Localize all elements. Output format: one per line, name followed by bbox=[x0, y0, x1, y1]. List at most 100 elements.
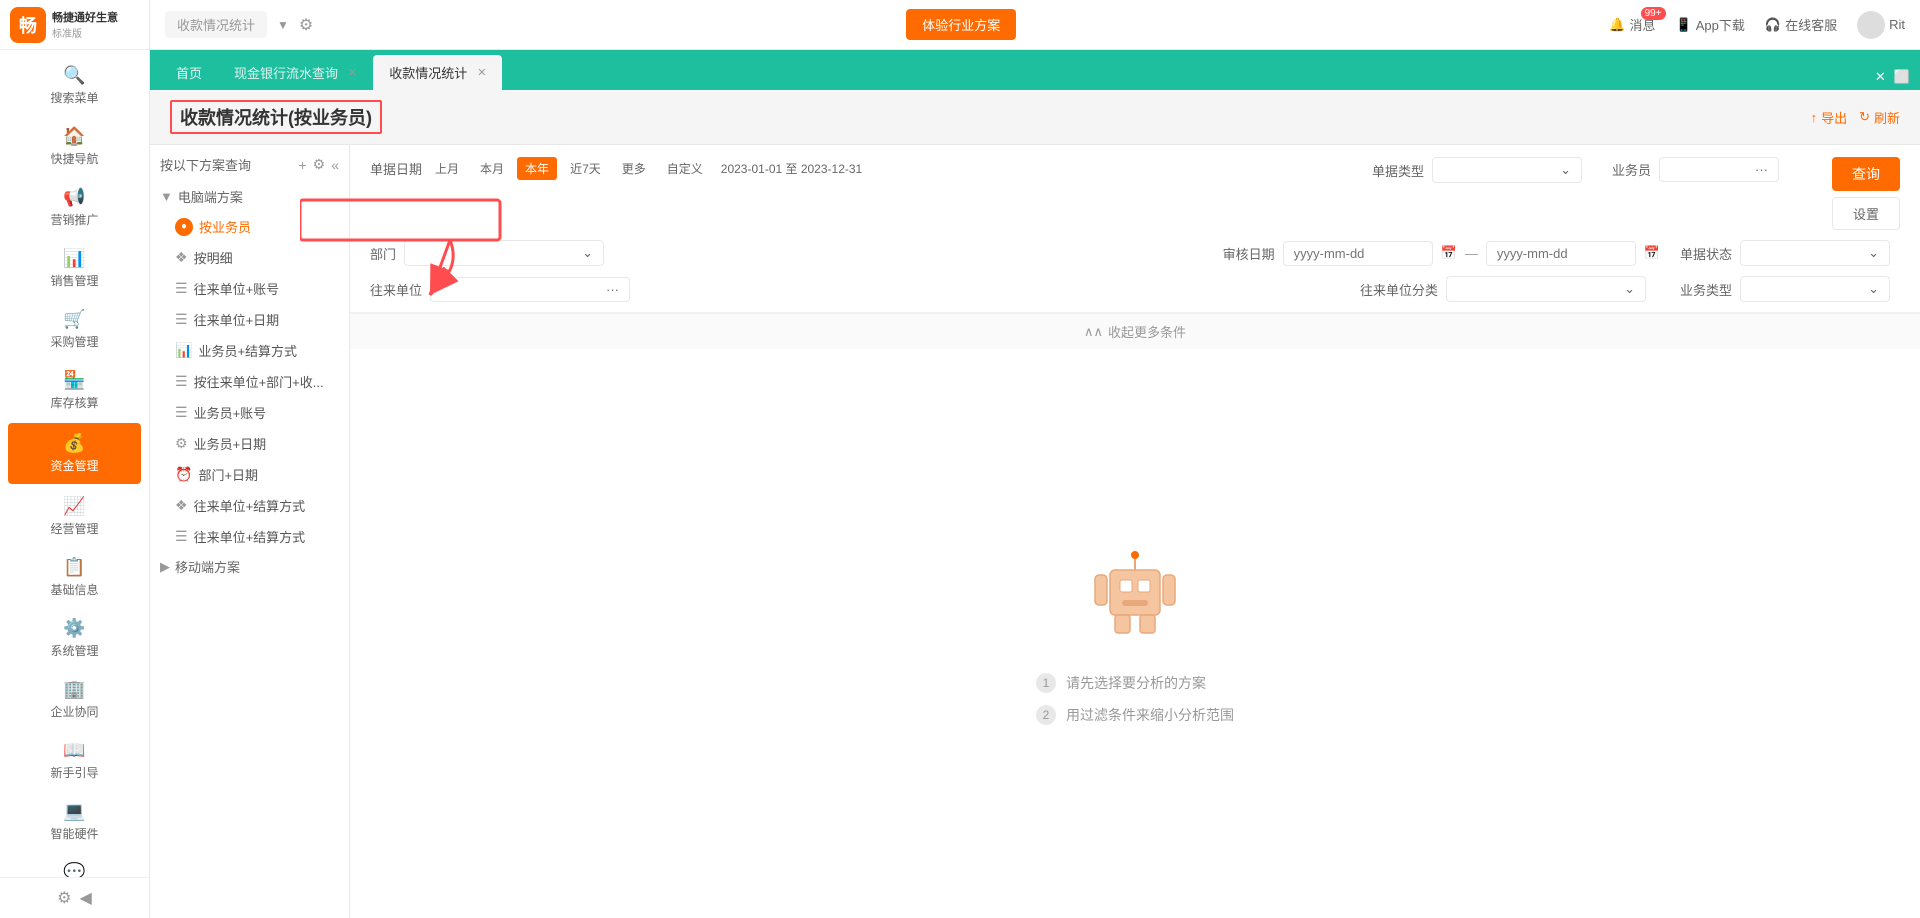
date-label: 单据日期 bbox=[370, 159, 422, 178]
scheme-item-partner-settle1[interactable]: ❖ 往来单位+结算方式 bbox=[150, 490, 349, 521]
window-maximize-btn[interactable]: ⬜ bbox=[1894, 69, 1910, 85]
doc-status-select[interactable]: ⌄ bbox=[1740, 240, 1890, 266]
page-title: 收款情况统计(按业务员) bbox=[170, 100, 382, 134]
scheme-collapse-btn[interactable]: « bbox=[331, 156, 339, 173]
trial-button[interactable]: 体验行业方案 bbox=[906, 9, 1016, 40]
sidebar-label-search: 搜索菜单 bbox=[50, 89, 98, 106]
calendar-from-icon[interactable]: 📅 bbox=[1441, 245, 1457, 261]
system-icon: ⚙️ bbox=[63, 618, 85, 639]
notifications-btn[interactable]: 🔔 消息 99+ bbox=[1609, 15, 1655, 34]
scheme-item-sp-account[interactable]: ☰ 业务员+账号 bbox=[150, 397, 349, 428]
doc-type-select[interactable]: ⌄ bbox=[1432, 157, 1582, 183]
app-download-btn[interactable]: 📱 App下载 bbox=[1676, 15, 1745, 34]
biz-type-filter: 业务类型 ⌄ bbox=[1680, 276, 1900, 302]
online-service-btn[interactable]: 🎧 在线客服 bbox=[1765, 15, 1837, 34]
date-range-display: 2023-01-01 至 2023-12-31 bbox=[721, 160, 862, 177]
filter-settings-button[interactable]: 设置 bbox=[1832, 197, 1900, 230]
date-shortcut-custom[interactable]: 自定义 bbox=[659, 157, 711, 180]
scheme-item-partner-settle2[interactable]: ☰ 往来单位+结算方式 bbox=[150, 521, 349, 552]
review-date-filter: 审核日期 📅 — 📅 bbox=[1223, 241, 1660, 266]
query-button[interactable]: 查询 bbox=[1832, 157, 1900, 191]
scheme-panel: 按以下方案查询 + ⚙ « ▼ 电脑端方案 ● bbox=[150, 145, 350, 918]
refresh-button[interactable]: ↻ 刷新 bbox=[1859, 108, 1900, 127]
step-num-2: 2 bbox=[1036, 705, 1056, 725]
user-avatar bbox=[1857, 11, 1885, 39]
sidebar-collapse-btn[interactable]: ◀‌ bbox=[80, 888, 92, 908]
date-shortcut-7days[interactable]: 近7天 bbox=[562, 157, 609, 180]
dept-select[interactable]: ⌄ bbox=[404, 240, 604, 266]
partner-select[interactable]: ··· bbox=[430, 277, 630, 302]
home-icon: 🏠 bbox=[63, 126, 85, 147]
header-settings-btn[interactable]: ⚙ bbox=[299, 15, 313, 35]
sidebar-item-hardware[interactable]: 💻 智能硬件 bbox=[0, 791, 149, 852]
tab-home[interactable]: 首页 bbox=[160, 55, 218, 90]
collapse-bar[interactable]: ∧∧ 收起更多条件 bbox=[350, 313, 1920, 349]
partner-more-btn[interactable]: ··· bbox=[606, 282, 619, 297]
scheme-item-dept-date-label: 部门+日期 bbox=[198, 465, 258, 484]
window-close-btn[interactable]: ✕ bbox=[1875, 69, 1886, 85]
empty-step-2: 2 用过滤条件来缩小分析范围 bbox=[1036, 705, 1234, 725]
tab-bank[interactable]: 现金银行流水查询 ✕ bbox=[218, 55, 373, 90]
review-date-from[interactable] bbox=[1283, 241, 1433, 266]
biz-type-select[interactable]: ⌄ bbox=[1740, 276, 1890, 302]
scheme-item-by-detail[interactable]: ❖ 按明细 bbox=[150, 242, 349, 273]
calendar-to-icon[interactable]: 📅 bbox=[1644, 245, 1660, 261]
scheme-item-partner-dept[interactable]: ☰ 按往来单位+部门+收... bbox=[150, 366, 349, 397]
sidebar-item-base[interactable]: 📋 基础信息 bbox=[0, 547, 149, 608]
sidebar-item-guide[interactable]: 📖 新手引导 bbox=[0, 730, 149, 791]
step-num-1: 1 bbox=[1036, 673, 1056, 693]
action-buttons: 查询 设置 bbox=[1832, 157, 1900, 230]
date-shortcut-more[interactable]: 更多 bbox=[614, 157, 654, 180]
app-download-label: App下载 bbox=[1696, 15, 1745, 34]
export-button[interactable]: ↑ 导出 bbox=[1811, 108, 1848, 127]
sidebar-label-hardware: 智能硬件 bbox=[50, 825, 98, 842]
scheme-item-by-salesperson[interactable]: ● 按业务员 bbox=[150, 211, 349, 242]
scheme-item-dept-date[interactable]: ⏰ 部门+日期 bbox=[150, 459, 349, 490]
scheme-item-partner-date-label: 往来单位+日期 bbox=[194, 310, 280, 329]
export-icon: ↑ bbox=[1811, 110, 1818, 125]
sidebar-item-enterprise[interactable]: 🏢 企业协同 bbox=[0, 669, 149, 730]
sidebar-item-sales[interactable]: 📊 销售管理 bbox=[0, 238, 149, 299]
scheme-item-partner-account[interactable]: ☰ 往来单位+账号 bbox=[150, 273, 349, 304]
tab-window-btns: ✕ ⬜ bbox=[1875, 69, 1910, 90]
guide-icon: 📖 bbox=[63, 740, 85, 761]
sidebar-item-search[interactable]: 🔍 搜索菜单 bbox=[0, 55, 149, 116]
sidebar-item-finance[interactable]: 💰 资金管理 bbox=[8, 423, 141, 484]
scheme-settings-btn[interactable]: ⚙ bbox=[313, 156, 326, 173]
user-menu[interactable]: Rit bbox=[1857, 11, 1905, 39]
partner-category-select[interactable]: ⌄ bbox=[1446, 276, 1646, 302]
scheme-add-btn[interactable]: + bbox=[298, 156, 306, 173]
scheme-item-partner-date[interactable]: ☰ 往来单位+日期 bbox=[150, 304, 349, 335]
breadcrumb-arrow[interactable]: ▼ bbox=[277, 18, 289, 32]
sidebar-item-marketing[interactable]: 📢 营销推广 bbox=[0, 177, 149, 238]
filter-row-1: 单据日期 上月 本月 本年 近7天 更多 自定义 2023-01-01 至 20… bbox=[370, 157, 1900, 230]
sidebar-settings-btn[interactable]: ⚙ bbox=[57, 888, 71, 908]
sidebar-item-wechat[interactable]: 💬 企业微信 bbox=[0, 852, 149, 877]
sidebar-item-system[interactable]: ⚙️ 系统管理 bbox=[0, 608, 149, 669]
date-shortcut-this-month[interactable]: 本月 bbox=[472, 157, 512, 180]
scheme-item-salesperson-settle[interactable]: 📊 业务员+结算方式 bbox=[150, 335, 349, 366]
tab-receipts[interactable]: 收款情况统计 ✕ bbox=[373, 55, 502, 90]
salesperson-select[interactable]: ··· bbox=[1659, 157, 1779, 182]
scheme-item-sp-date[interactable]: ⚙ 业务员+日期 bbox=[150, 428, 349, 459]
scheme-group-mobile-title[interactable]: ▶ 移动端方案 bbox=[150, 552, 349, 581]
empty-illustration bbox=[1075, 530, 1195, 653]
review-date-label: 审核日期 bbox=[1223, 244, 1275, 263]
sidebar-label-operations: 经营管理 bbox=[50, 520, 98, 537]
top-header: 收款情况统计 ▼ ⚙ 体验行业方案 🔔 消息 99+ 📱 App下载 🎧 bbox=[150, 0, 1920, 50]
review-date-to[interactable] bbox=[1486, 241, 1636, 266]
scheme-header-label: 按以下方案查询 bbox=[160, 155, 251, 174]
partner-category-label: 往来单位分类 bbox=[1360, 280, 1438, 299]
sidebar-label-guide: 新手引导 bbox=[50, 764, 98, 781]
tab-receipts-close[interactable]: ✕ bbox=[477, 66, 486, 79]
date-shortcut-this-year[interactable]: 本年 bbox=[517, 157, 557, 180]
date-shortcut-last-month[interactable]: 上月 bbox=[427, 157, 467, 180]
sidebar-item-operations[interactable]: 📈 经营管理 bbox=[0, 486, 149, 547]
sidebar-item-purchase[interactable]: 🛒 采购管理 bbox=[0, 299, 149, 360]
tab-bank-close[interactable]: ✕ bbox=[348, 66, 357, 79]
scheme-group-desktop-title[interactable]: ▼ 电脑端方案 bbox=[150, 182, 349, 211]
biz-type-label: 业务类型 bbox=[1680, 280, 1732, 299]
export-label: 导出 bbox=[1821, 108, 1847, 127]
sidebar-item-quicknav[interactable]: 🏠 快捷导航 bbox=[0, 116, 149, 177]
sidebar-item-inventory[interactable]: 🏪 库存核算 bbox=[0, 360, 149, 421]
